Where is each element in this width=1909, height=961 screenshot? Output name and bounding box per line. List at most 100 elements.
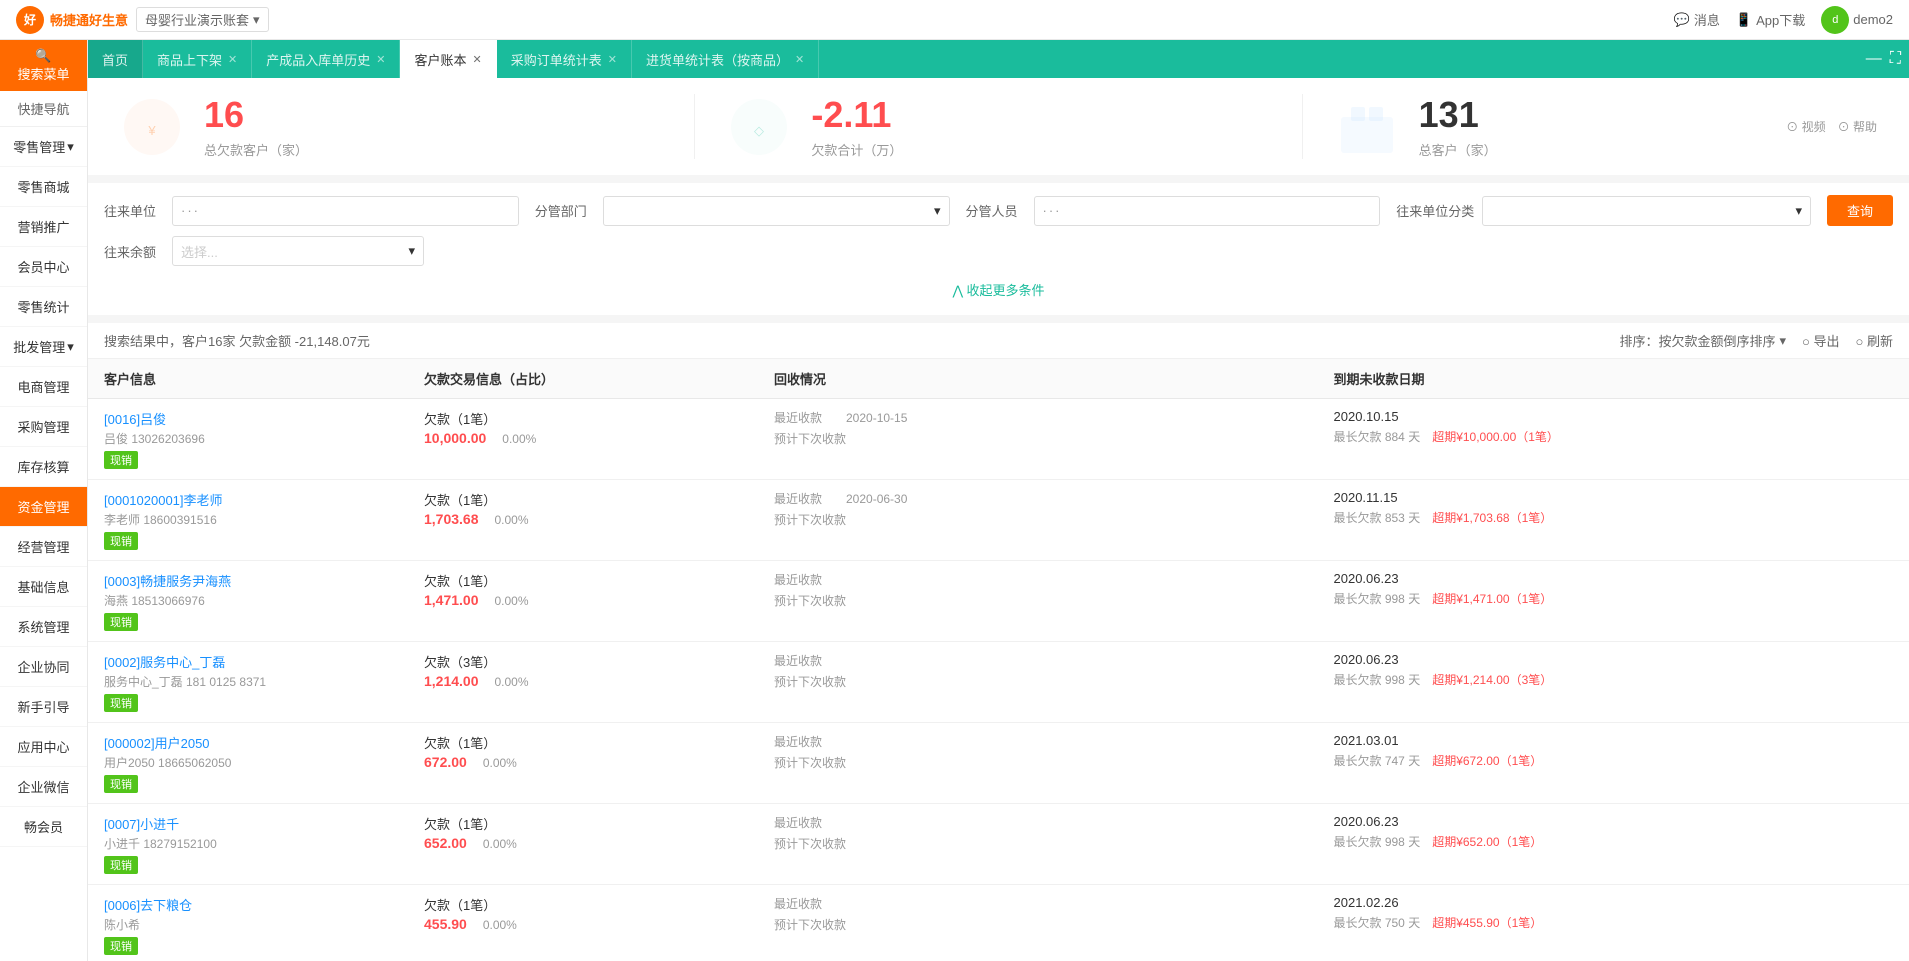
debt-ratio-5: 0.00%	[483, 837, 517, 851]
video-btn[interactable]: ⊙ 视频	[1786, 118, 1825, 135]
tab-purchase-stats-close[interactable]: ✕	[795, 53, 804, 66]
overdue-link-2[interactable]: 超期¥1,471.00（1笔）	[1432, 592, 1552, 606]
overdue-link-0[interactable]: 超期¥10,000.00（1笔）	[1432, 430, 1559, 444]
filter-manager-input[interactable]: ···	[1034, 196, 1381, 226]
sidebar-item-base-info[interactable]: 基础信息	[0, 567, 87, 607]
avatar: d	[1821, 6, 1849, 34]
sort-select[interactable]: 排序：按欠款金额倒序排序 ▾	[1619, 331, 1786, 350]
tab-product-history-label: 产成品入库单历史	[266, 50, 370, 69]
chevron-down-icon: ▾	[253, 12, 260, 28]
debt-cell-4: 欠款（1笔） 672.00 0.00%	[424, 733, 774, 770]
collection-next-1: 预计下次收款	[774, 511, 1334, 528]
debt-count-5: 欠款（1笔）	[424, 814, 774, 833]
sidebar-item-batch-mgmt[interactable]: 批发管理 ▾	[0, 327, 87, 367]
collection-cell-3: 最近收款 预计下次收款	[774, 652, 1334, 690]
customer-name-5[interactable]: [0007]小进千	[104, 817, 179, 832]
filter-balance-select[interactable]: 选择... ▾	[172, 236, 424, 266]
tab-maximize-btn[interactable]: ⛶	[1890, 50, 1901, 68]
customer-cell-5: [0007]小进千 小进千 18279152100 现销	[104, 814, 424, 874]
overdue-link-3[interactable]: 超期¥1,214.00（3笔）	[1432, 673, 1552, 687]
sidebar-item-super-member[interactable]: 畅会员	[0, 807, 87, 847]
filter-item-unit-category: 往来单位分类 ▾	[1396, 196, 1811, 226]
sidebar-marketing-label: 营销推广	[17, 220, 69, 235]
customer-name-3[interactable]: [0002]服务中心_丁磊	[104, 655, 225, 670]
stat-number-debt-total: -2.11	[811, 94, 902, 136]
results-bar: 搜索结果中，客户16家 欠款金额 -21,148.07元 排序：按欠款金额倒序排…	[88, 323, 1909, 359]
sidebar-item-enterprise-wx[interactable]: 企业微信	[0, 767, 87, 807]
sidebar-enterprise-label: 企业协同	[17, 660, 69, 675]
table-row: [0003]畅捷服务尹海燕 海燕 18513066976 现销 欠款（1笔） 1…	[88, 561, 1909, 642]
customer-tag-3: 现销	[104, 694, 138, 712]
debt-ratio-0: 0.00%	[502, 432, 536, 446]
tab-purchase-stats[interactable]: 进货单统计表（按商品） ✕	[632, 40, 819, 78]
sidebar-search[interactable]: 🔍 搜索菜单	[0, 40, 87, 91]
customer-name-1[interactable]: [0001020001]李老师	[104, 493, 223, 508]
tab-purchase-order[interactable]: 采购订单统计表 ✕	[497, 40, 632, 78]
overdue-link-6[interactable]: 超期¥455.90（1笔）	[1432, 916, 1542, 930]
debt-cell-6: 欠款（1笔） 455.90 0.00%	[424, 895, 774, 932]
user-area[interactable]: d demo2	[1821, 6, 1893, 34]
overdue-link-4[interactable]: 超期¥672.00（1笔）	[1432, 754, 1542, 768]
tab-product-history-close[interactable]: ✕	[376, 53, 385, 66]
store-selector[interactable]: 母婴行业演示账套 ▾	[136, 7, 269, 32]
tab-home[interactable]: 首页	[88, 40, 143, 78]
sidebar-item-marketing[interactable]: 营销推广	[0, 207, 87, 247]
total-customers-svg-icon	[1337, 97, 1397, 157]
overdue-link-5[interactable]: 超期¥652.00（1笔）	[1432, 835, 1542, 849]
sidebar-item-member-center[interactable]: 会员中心	[0, 247, 87, 287]
sidebar-item-sys-mgmt[interactable]: 系统管理	[0, 607, 87, 647]
tab-product-history[interactable]: 产成品入库单历史 ✕	[252, 40, 400, 78]
tab-bar: 首页 商品上下架 ✕ 产成品入库单历史 ✕ 客户账本 ✕ 采购订单统计表 ✕	[88, 40, 1909, 78]
phone-icon: 📱	[1736, 12, 1752, 28]
stat-icon-debt-total: ◇	[727, 95, 791, 159]
sidebar-item-retail-stats[interactable]: 零售统计	[0, 287, 87, 327]
stat-text-debtors: 16 总欠款客户（家）	[204, 94, 308, 159]
collection-date-2: 最近收款	[774, 571, 1334, 588]
debt-row-inner-3: 1,214.00 0.00%	[424, 671, 774, 689]
debt-count-6: 欠款（1笔）	[424, 895, 774, 914]
sidebar-item-enterprise[interactable]: 企业协同	[0, 647, 87, 687]
sidebar-item-inventory[interactable]: 库存核算	[0, 447, 87, 487]
tab-purchase-stats-label: 进货单统计表（按商品）	[646, 50, 789, 69]
tab-minimize-btn[interactable]: —	[1866, 50, 1882, 68]
tab-product-listing-close[interactable]: ✕	[228, 53, 237, 66]
message-btn[interactable]: 💬 消息	[1674, 10, 1720, 29]
filter-department-select[interactable]: ▾	[603, 196, 950, 226]
refresh-btn[interactable]: ○ 刷新	[1856, 331, 1894, 350]
customer-name-2[interactable]: [0003]畅捷服务尹海燕	[104, 574, 231, 589]
tab-customer-account-close[interactable]: ✕	[473, 53, 482, 66]
help-btn[interactable]: ⊙ 帮助	[1838, 118, 1877, 135]
customer-name-6[interactable]: [0006]去下粮仓	[104, 898, 192, 913]
debt-amount-3: 1,214.00	[424, 673, 479, 689]
collection-date-3: 最近收款	[774, 652, 1334, 669]
filter-department-label: 分管部门	[535, 201, 595, 220]
sidebar-item-purchase-mgmt[interactable]: 采购管理	[0, 407, 87, 447]
sidebar-item-new-guide[interactable]: 新手引导	[0, 687, 87, 727]
debt-ratio-4: 0.00%	[483, 756, 517, 770]
sidebar-item-finance-mgmt[interactable]: 资金管理	[0, 487, 87, 527]
tab-purchase-order-close[interactable]: ✕	[608, 53, 617, 66]
stat-text-total-customers: 131 总客户（家）	[1419, 94, 1497, 159]
filter-area: 往来单位 ··· 分管部门 ▾	[88, 183, 1909, 315]
tab-customer-account[interactable]: 客户账本 ✕	[400, 40, 496, 78]
sidebar-item-app-center[interactable]: 应用中心	[0, 727, 87, 767]
col-customer-info: 客户信息	[104, 369, 424, 388]
tab-product-listing[interactable]: 商品上下架 ✕	[143, 40, 252, 78]
top-bar-right: 💬 消息 📱 App下载 d demo2	[1674, 6, 1893, 34]
collapse-button[interactable]: ⋀ 收起更多条件	[104, 276, 1893, 303]
sidebar-quick-nav[interactable]: 快捷导航	[0, 91, 87, 127]
customer-name-0[interactable]: [0016]吕俊	[104, 412, 166, 427]
search-button[interactable]: 查询	[1827, 195, 1893, 226]
sidebar-item-retail-mall[interactable]: 零售商城	[0, 167, 87, 207]
sidebar-item-retail-mgmt[interactable]: 零售管理 ▾	[0, 127, 87, 167]
debt-row-inner-5: 652.00 0.00%	[424, 833, 774, 851]
filter-source-unit-input[interactable]: ···	[172, 196, 519, 226]
customer-name-4[interactable]: [000002]用户2050	[104, 736, 210, 751]
overdue-link-1[interactable]: 超期¥1,703.68（1笔）	[1432, 511, 1552, 525]
app-download-btn[interactable]: 📱 App下载	[1736, 10, 1805, 29]
filter-unit-category-select[interactable]: ▾	[1482, 196, 1811, 226]
logo-icon: 好	[16, 6, 44, 34]
sidebar-item-ecom-mgmt[interactable]: 电商管理	[0, 367, 87, 407]
export-btn[interactable]: ○ 导出	[1802, 331, 1840, 350]
sidebar-item-ops-mgmt[interactable]: 经营管理	[0, 527, 87, 567]
